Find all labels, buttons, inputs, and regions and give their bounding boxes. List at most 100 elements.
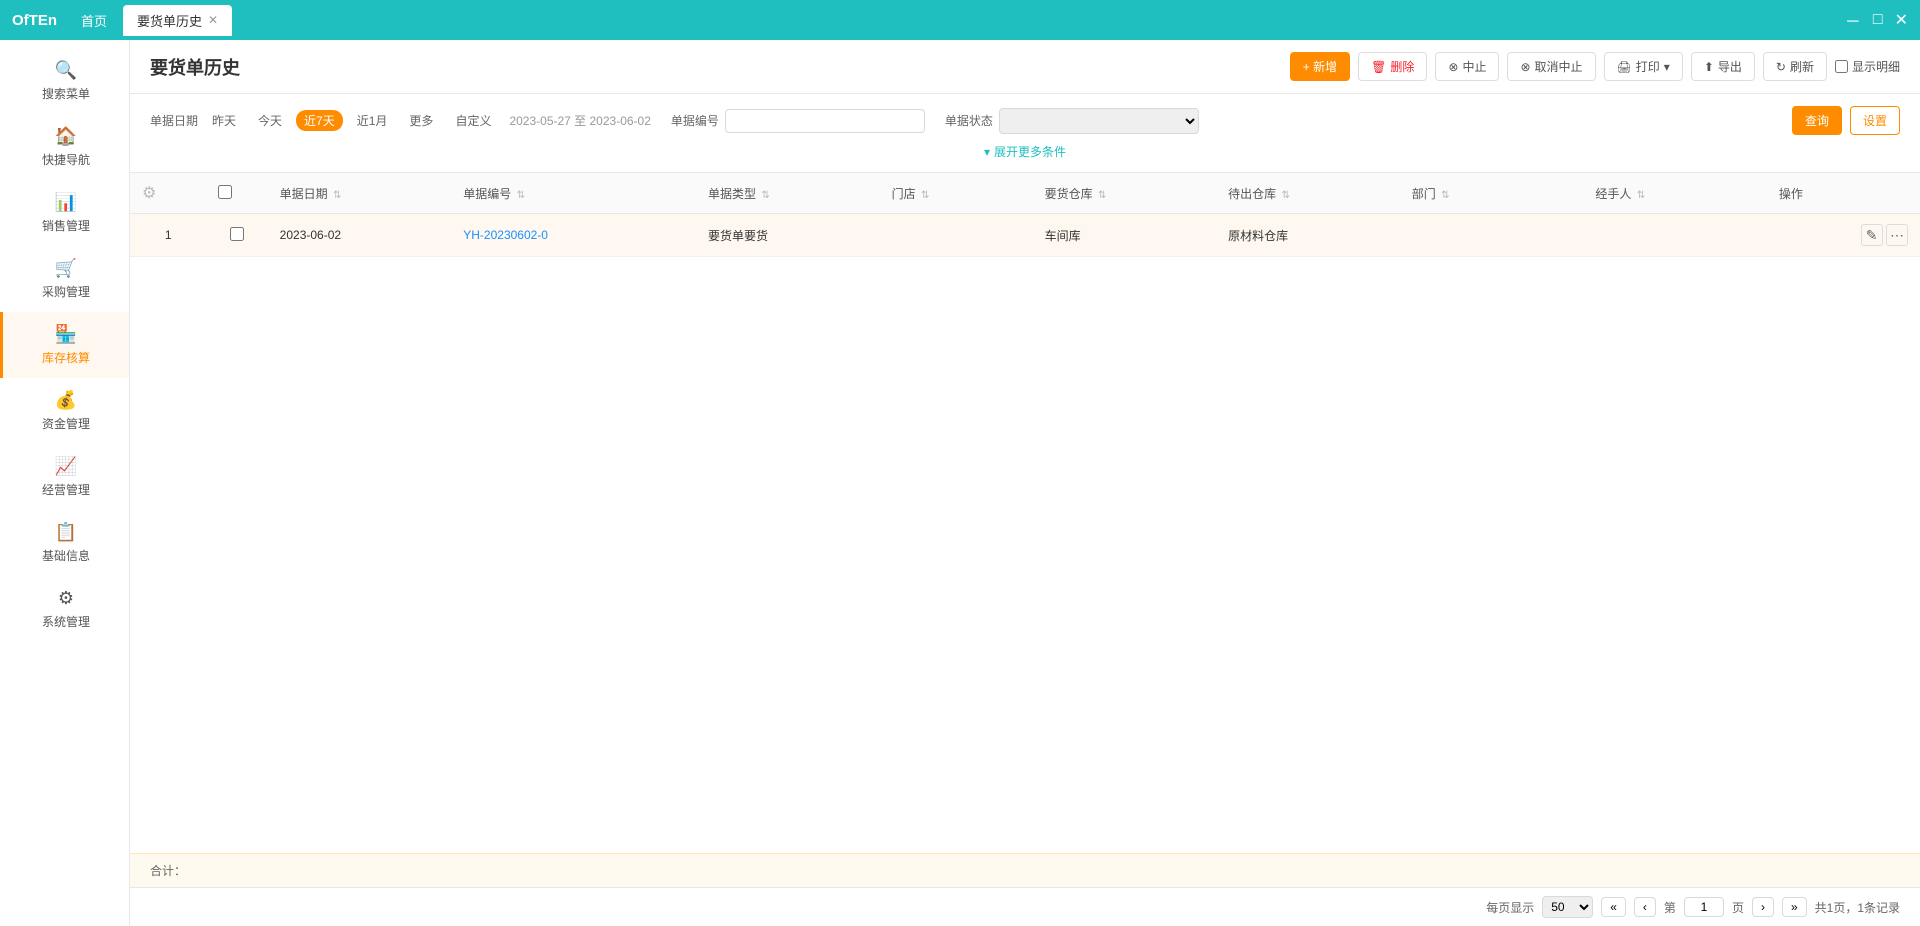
col-header-number: 单据编号 ⇅ bbox=[451, 173, 696, 214]
next-page-button[interactable]: › bbox=[1752, 897, 1774, 917]
basic-icon: 📋 bbox=[55, 522, 77, 543]
close-icon[interactable]: ✕ bbox=[1895, 10, 1908, 30]
status-label: 单据状态 bbox=[945, 112, 993, 129]
stop-icon: ⊗ bbox=[1448, 60, 1458, 74]
date-tag-custom[interactable]: 自定义 bbox=[447, 110, 499, 131]
sidebar: 🔍 搜索菜单 🏠 快捷导航 📊 销售管理 🛒 采购管理 🏪 库存核算 💰 资金管… bbox=[0, 40, 130, 926]
display-detail-toggle[interactable]: 显示明细 bbox=[1835, 58, 1900, 75]
sidebar-item-inventory[interactable]: 🏪 库存核算 bbox=[0, 312, 129, 378]
sort-req-warehouse-icon[interactable]: ⇅ bbox=[1098, 190, 1106, 201]
store-icon: 🏪 bbox=[55, 324, 77, 345]
export-icon: ⬆ bbox=[1704, 60, 1714, 74]
col-header-dept: 部门 ⇅ bbox=[1400, 173, 1584, 214]
sidebar-item-sales[interactable]: 📊 销售管理 bbox=[0, 180, 129, 246]
operation-icon: 📈 bbox=[55, 456, 77, 477]
status-select[interactable] bbox=[999, 108, 1199, 134]
col-header-date: 单据日期 ⇅ bbox=[268, 173, 452, 214]
sidebar-item-purchase[interactable]: 🛒 采购管理 bbox=[0, 246, 129, 312]
doc-number-input[interactable] bbox=[725, 109, 925, 133]
row-dept bbox=[1400, 214, 1584, 257]
delete-button[interactable]: 🗑 删除 bbox=[1358, 52, 1427, 81]
table-settings-icon[interactable]: ⚙ bbox=[142, 185, 156, 202]
data-table: ⚙ 单据日期 ⇅ 单据编号 ⇅ bbox=[130, 173, 1920, 257]
status-filter-group: 单据状态 bbox=[945, 108, 1199, 134]
sidebar-item-operation[interactable]: 📈 经营管理 bbox=[0, 444, 129, 510]
sidebar-item-system[interactable]: ⚙ 系统管理 bbox=[0, 576, 129, 642]
page-header: 要货单历史 + 新增 🗑 删除 ⊗ 中止 ⊗ 取消中止 🖨 打印 bbox=[130, 40, 1920, 94]
cart-icon: 🛒 bbox=[55, 258, 77, 279]
page-number-input[interactable] bbox=[1684, 897, 1724, 917]
date-tag-1month[interactable]: 近1月 bbox=[349, 110, 396, 131]
col-header-pending-warehouse: 待出仓库 ⇅ bbox=[1216, 173, 1400, 214]
maximize-icon[interactable]: □ bbox=[1873, 11, 1883, 29]
main-content: 要货单历史 + 新增 🗑 删除 ⊗ 中止 ⊗ 取消中止 🖨 打印 bbox=[130, 40, 1920, 926]
date-range-display: 2023-05-27 至 2023-06-02 bbox=[509, 112, 650, 129]
sort-dept-icon[interactable]: ⇅ bbox=[1441, 190, 1449, 201]
query-button[interactable]: 查询 bbox=[1792, 106, 1842, 135]
delete-icon: 🗑 bbox=[1371, 60, 1386, 74]
first-page-button[interactable]: « bbox=[1601, 897, 1626, 917]
per-page-select[interactable]: 50 100 200 bbox=[1542, 896, 1593, 918]
sort-store-icon[interactable]: ⇅ bbox=[921, 190, 929, 201]
filter-area: 单据日期 昨天 今天 近7天 近1月 更多 自定义 2023-05-27 至 2… bbox=[130, 94, 1920, 173]
tab-close-icon[interactable]: ✕ bbox=[208, 13, 218, 27]
header-actions: + 新增 🗑 删除 ⊗ 中止 ⊗ 取消中止 🖨 打印 ▾ bbox=[1290, 52, 1900, 81]
chart-icon: 📊 bbox=[55, 192, 77, 213]
row-req-warehouse: 车间库 bbox=[1033, 214, 1217, 257]
settings-button[interactable]: 设置 bbox=[1850, 106, 1900, 135]
date-filter-label: 单据日期 bbox=[150, 112, 198, 129]
sort-number-icon[interactable]: ⇅ bbox=[517, 190, 525, 201]
row-edit-icon[interactable]: ✎ bbox=[1861, 224, 1883, 246]
date-tag-more[interactable]: 更多 bbox=[401, 110, 441, 131]
doc-number-filter-group: 单据编号 bbox=[671, 109, 925, 133]
sort-date-icon[interactable]: ⇅ bbox=[333, 190, 341, 201]
system-icon: ⚙ bbox=[58, 588, 74, 609]
home-icon: 🏠 bbox=[55, 126, 77, 147]
page-title: 要货单历史 bbox=[150, 54, 240, 80]
row-store bbox=[880, 214, 1033, 257]
doc-number-label: 单据编号 bbox=[671, 112, 719, 129]
expand-more-btn[interactable]: ▾ 展开更多条件 bbox=[984, 143, 1066, 160]
date-tag-today[interactable]: 今天 bbox=[250, 110, 290, 131]
refresh-icon: ↻ bbox=[1776, 60, 1786, 74]
date-tag-7days[interactable]: 近7天 bbox=[296, 110, 343, 131]
row-number-link[interactable]: YH-20230602-0 bbox=[463, 228, 548, 242]
sort-pending-icon[interactable]: ⇅ bbox=[1282, 190, 1290, 201]
sidebar-item-quick-nav[interactable]: 🏠 快捷导航 bbox=[0, 114, 129, 180]
select-all-checkbox[interactable] bbox=[218, 185, 232, 199]
display-detail-checkbox-input[interactable] bbox=[1835, 60, 1848, 73]
brand-logo: OfTEn bbox=[12, 12, 57, 29]
sidebar-item-search-menu[interactable]: 🔍 搜索菜单 bbox=[0, 48, 129, 114]
sort-type-icon[interactable]: ⇅ bbox=[761, 190, 769, 201]
sort-handler-icon[interactable]: ⇅ bbox=[1637, 190, 1645, 201]
col-header-req-warehouse: 要货仓库 ⇅ bbox=[1033, 173, 1217, 214]
date-filter-group: 单据日期 昨天 今天 近7天 近1月 更多 自定义 2023-05-27 至 2… bbox=[150, 110, 651, 131]
last-page-button[interactable]: » bbox=[1782, 897, 1807, 917]
expand-icon: ▾ bbox=[984, 145, 990, 159]
sidebar-item-finance[interactable]: 💰 资金管理 bbox=[0, 378, 129, 444]
tab-home[interactable]: 首页 bbox=[67, 5, 121, 36]
stop-button[interactable]: ⊗ 中止 bbox=[1435, 52, 1499, 81]
row-checkbox-cell bbox=[206, 214, 267, 257]
table-area: ⚙ 单据日期 ⇅ 单据编号 ⇅ bbox=[130, 173, 1920, 853]
search-icon: 🔍 bbox=[55, 60, 77, 81]
prev-page-button[interactable]: ‹ bbox=[1634, 897, 1656, 917]
row-checkbox[interactable] bbox=[230, 227, 244, 241]
export-button[interactable]: ⬆ 导出 bbox=[1691, 52, 1755, 81]
summary-label: 合计： bbox=[150, 862, 186, 879]
tab-doc-history[interactable]: 要货单历史 ✕ bbox=[123, 5, 232, 36]
cancel-stop-button[interactable]: ⊗ 取消中止 bbox=[1507, 52, 1595, 81]
footer-summary: 合计： bbox=[130, 853, 1920, 887]
minimize-icon[interactable]: － bbox=[1845, 8, 1861, 32]
print-dropdown-icon: ▾ bbox=[1664, 60, 1670, 74]
row-more-icon[interactable]: ⋯ bbox=[1886, 224, 1908, 246]
row-pending-warehouse: 原材料仓库 bbox=[1216, 214, 1400, 257]
col-header-op: 操作 bbox=[1767, 173, 1920, 214]
sidebar-item-basic[interactable]: 📋 基础信息 bbox=[0, 510, 129, 576]
date-tag-yesterday[interactable]: 昨天 bbox=[204, 110, 244, 131]
print-button[interactable]: 🖨 打印 ▾ bbox=[1604, 52, 1683, 81]
print-icon: 🖨 bbox=[1617, 60, 1632, 74]
refresh-button[interactable]: ↻ 刷新 bbox=[1763, 52, 1827, 81]
new-button[interactable]: + 新增 bbox=[1290, 52, 1350, 81]
col-header-store: 门店 ⇅ bbox=[880, 173, 1033, 214]
